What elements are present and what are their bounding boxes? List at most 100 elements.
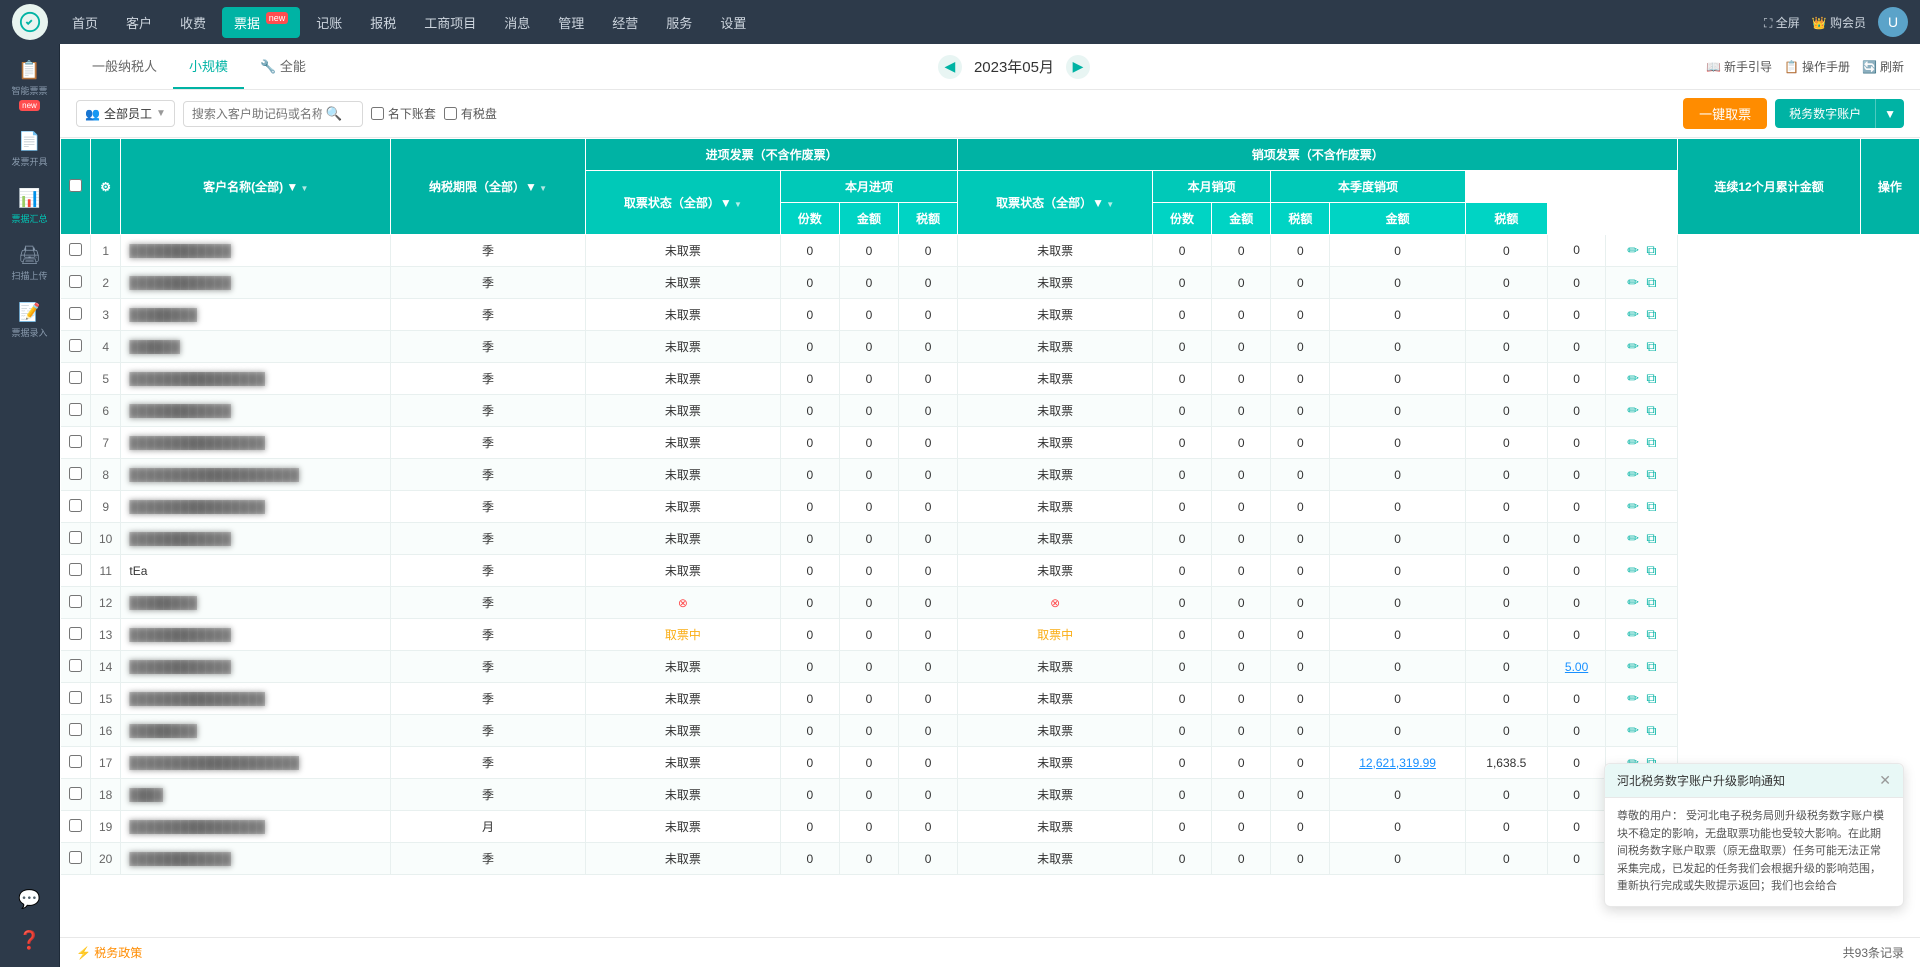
tab-small[interactable]: 小规模 (173, 44, 244, 89)
nav-operation[interactable]: 经营 (600, 7, 650, 38)
row-checkbox[interactable] (69, 435, 82, 448)
sidebar-item-chat[interactable]: 💬 (4, 881, 56, 918)
edit-icon[interactable]: ✏ (1627, 658, 1639, 674)
checkbox-taxdisk[interactable]: 有税盘 (444, 105, 497, 122)
period-next-btn[interactable]: ▶ (1066, 55, 1090, 79)
tax-policy-link[interactable]: ⚡ 税务政策 (76, 944, 142, 961)
copy-icon[interactable]: ⧉ (1646, 402, 1656, 418)
copy-icon[interactable]: ⧉ (1646, 306, 1656, 322)
nav-business[interactable]: 工商项目 (412, 7, 488, 38)
edit-icon[interactable]: ✏ (1627, 402, 1639, 418)
row-checkbox[interactable] (69, 787, 82, 800)
search-button[interactable]: 🔍 (326, 106, 343, 122)
edit-icon[interactable]: ✏ (1627, 530, 1639, 546)
nav-message[interactable]: 消息 (492, 7, 542, 38)
search-input[interactable] (192, 107, 322, 121)
row-checkbox[interactable] (69, 691, 82, 704)
copy-icon[interactable]: ⧉ (1646, 626, 1656, 642)
copy-icon[interactable]: ⧉ (1646, 242, 1656, 258)
one-key-btn[interactable]: 一键取票 (1683, 98, 1767, 129)
row-checkbox[interactable] (69, 723, 82, 736)
copy-icon[interactable]: ⧉ (1646, 594, 1656, 610)
cumulative-value[interactable]: 5.00 (1565, 660, 1588, 674)
row-checkbox[interactable] (69, 595, 82, 608)
edit-icon[interactable]: ✏ (1627, 626, 1639, 642)
copy-icon[interactable]: ⧉ (1646, 370, 1656, 386)
staff-select[interactable]: 👥 全部员工 ▼ (76, 100, 175, 127)
row-checkbox[interactable] (69, 563, 82, 576)
user-avatar[interactable]: U (1878, 7, 1908, 37)
row-checkbox[interactable] (69, 499, 82, 512)
copy-icon[interactable]: ⧉ (1646, 338, 1656, 354)
edit-icon[interactable]: ✏ (1627, 466, 1639, 482)
row-checkbox[interactable] (69, 243, 82, 256)
edit-icon[interactable]: ✏ (1627, 722, 1639, 738)
edit-icon[interactable]: ✏ (1627, 690, 1639, 706)
nav-customer[interactable]: 客户 (114, 7, 164, 38)
edit-icon[interactable]: ✏ (1627, 498, 1639, 514)
edit-icon[interactable]: ✏ (1627, 562, 1639, 578)
row-checkbox[interactable] (69, 755, 82, 768)
copy-icon[interactable]: ⧉ (1646, 562, 1656, 578)
th-tax-period[interactable]: 纳税期限（全部）▼ (391, 139, 586, 235)
sidebar-item-summary[interactable]: 📊 票据汇总 (4, 180, 56, 233)
sidebar-item-intelligent[interactable]: 📋 智能票票 new (4, 52, 56, 119)
sidebar-item-invoice-open[interactable]: 📄 发票开具 (4, 123, 56, 176)
nav-home[interactable]: 首页 (60, 7, 110, 38)
new-guide-btn[interactable]: 📖 新手引导 (1706, 58, 1772, 75)
digital-account-btn[interactable]: 税务数字账户 (1775, 99, 1875, 128)
quarter-amount-value[interactable]: 12,621,319.99 (1359, 756, 1436, 770)
row-checkbox[interactable] (69, 627, 82, 640)
edit-icon[interactable]: ✏ (1627, 242, 1639, 258)
row-checkbox[interactable] (69, 307, 82, 320)
row-checkbox[interactable] (69, 531, 82, 544)
copy-icon[interactable]: ⧉ (1646, 498, 1656, 514)
edit-icon[interactable]: ✏ (1627, 306, 1639, 322)
nav-service[interactable]: 服务 (654, 7, 704, 38)
copy-icon[interactable]: ⧉ (1646, 530, 1656, 546)
nav-invoice[interactable]: 票据 new (222, 7, 300, 38)
edit-icon[interactable]: ✏ (1627, 594, 1639, 610)
row-checkbox[interactable] (69, 275, 82, 288)
nav-settings[interactable]: 设置 (708, 7, 758, 38)
checkbox-accounts[interactable]: 名下账套 (371, 105, 436, 122)
nav-billing[interactable]: 收费 (168, 7, 218, 38)
edit-icon[interactable]: ✏ (1627, 274, 1639, 290)
nav-accounting[interactable]: 记账 (304, 7, 354, 38)
copy-icon[interactable]: ⧉ (1646, 690, 1656, 706)
edit-icon[interactable]: ✏ (1627, 370, 1639, 386)
edit-icon[interactable]: ✏ (1627, 434, 1639, 450)
copy-icon[interactable]: ⧉ (1646, 466, 1656, 482)
th-in-status[interactable]: 取票状态（全部）▼ (585, 171, 780, 235)
row-checkbox[interactable] (69, 339, 82, 352)
manual-btn[interactable]: 📋 操作手册 (1784, 58, 1850, 75)
tab-general[interactable]: 一般纳税人 (76, 44, 173, 89)
row-checkbox[interactable] (69, 819, 82, 832)
copy-icon[interactable]: ⧉ (1646, 434, 1656, 450)
nav-tax[interactable]: 报税 (358, 7, 408, 38)
fullscreen-btn[interactable]: ⛶ 全屏 (1764, 14, 1800, 31)
refresh-btn[interactable]: 🔄 刷新 (1862, 58, 1904, 75)
edit-icon[interactable]: ✏ (1627, 338, 1639, 354)
sidebar-item-help[interactable]: ❓ (4, 922, 56, 959)
digital-account-dropdown[interactable]: ▼ (1875, 99, 1904, 128)
sidebar-item-scan[interactable]: 🖨 扫描上传 (4, 237, 56, 290)
row-checkbox[interactable] (69, 371, 82, 384)
copy-icon[interactable]: ⧉ (1646, 722, 1656, 738)
copy-icon[interactable]: ⧉ (1646, 274, 1656, 290)
select-all-checkbox[interactable] (69, 179, 82, 192)
row-checkbox[interactable] (69, 403, 82, 416)
row-checkbox[interactable] (69, 851, 82, 864)
th-customer-name[interactable]: 客户名称(全部) ▼ (121, 139, 391, 235)
tab-all[interactable]: 🔧 全能 (244, 44, 322, 89)
accounts-checkbox[interactable] (371, 107, 384, 120)
row-checkbox[interactable] (69, 467, 82, 480)
period-prev-btn[interactable]: ◀ (938, 55, 962, 79)
sidebar-item-entry[interactable]: 📝 票据录入 (4, 294, 56, 347)
member-btn[interactable]: 👑 购会员 (1812, 14, 1866, 31)
row-checkbox[interactable] (69, 659, 82, 672)
taxdisk-checkbox[interactable] (444, 107, 457, 120)
notification-close-btn[interactable]: ✕ (1879, 772, 1891, 789)
th-out-status[interactable]: 取票状态（全部）▼ (958, 171, 1153, 235)
nav-manage[interactable]: 管理 (546, 7, 596, 38)
